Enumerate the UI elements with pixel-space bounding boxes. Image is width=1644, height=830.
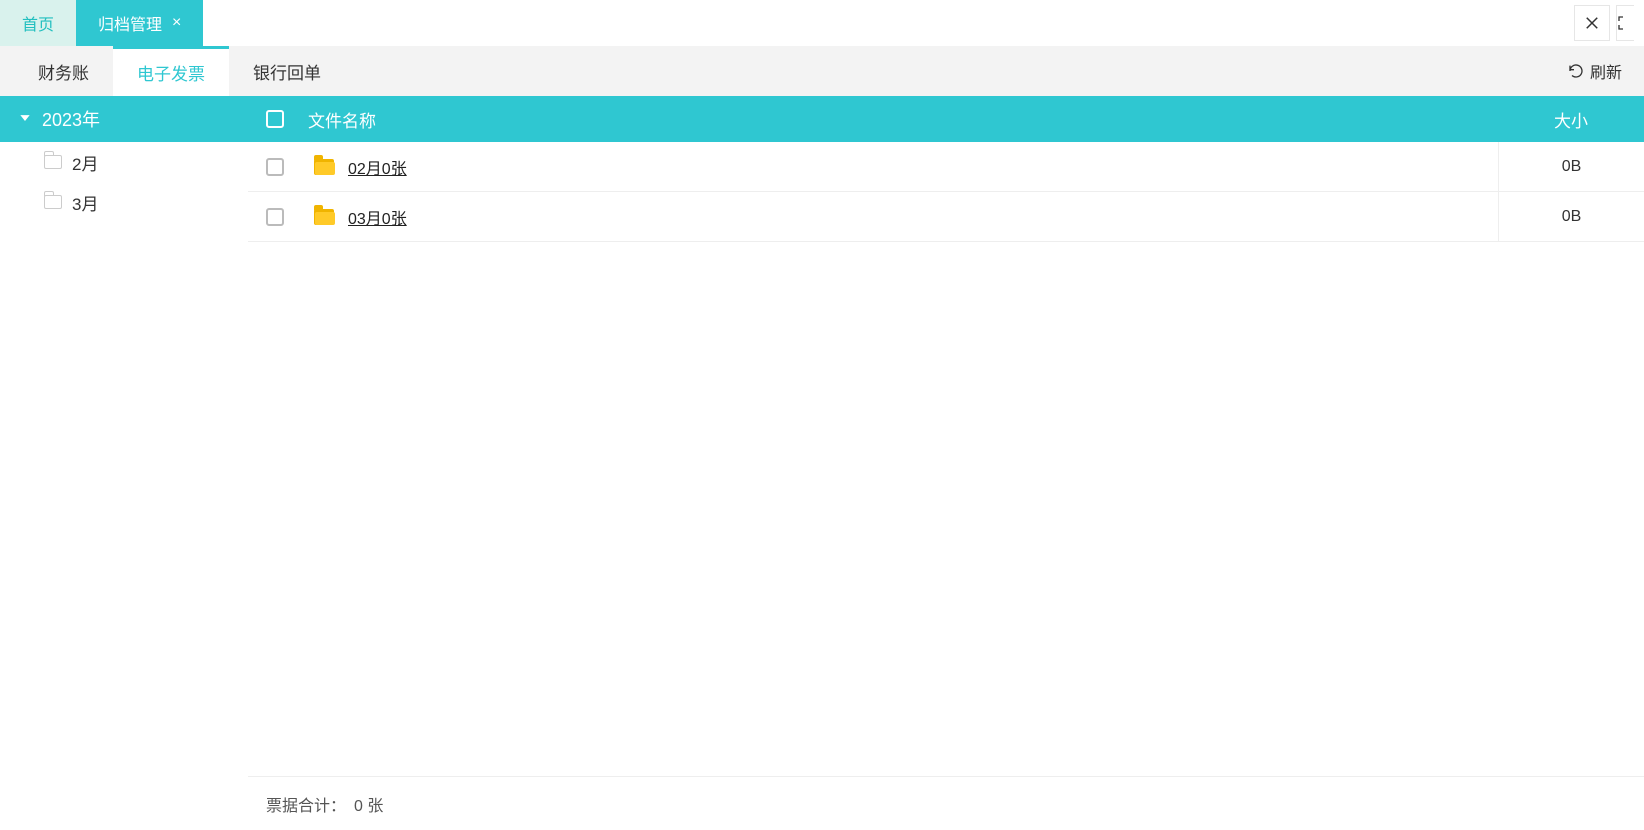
close-icon[interactable]: ×: [172, 14, 181, 32]
sec-tab-bank[interactable]: 银行回单: [229, 46, 345, 96]
tree-year-label: 2023年: [42, 106, 100, 132]
main-panel: 文件名称 大小 02月0张 0B 03月0张: [248, 96, 1644, 830]
sec-tab-finance[interactable]: 财务账: [14, 46, 113, 96]
chevron-down-icon: [18, 109, 32, 130]
row-checkbox-cell: [248, 158, 302, 176]
tree-month-node[interactable]: 3月: [0, 182, 248, 222]
tab-archive-label: 归档管理: [98, 11, 162, 35]
table-row: 02月0张 0B: [248, 142, 1644, 192]
row-checkbox[interactable]: [266, 158, 284, 176]
tab-archive[interactable]: 归档管理 ×: [76, 0, 203, 46]
table-header: 文件名称 大小: [248, 96, 1644, 142]
sec-tab-einvoice-label: 电子发票: [137, 60, 205, 85]
tree-month-label: 3月: [72, 190, 98, 215]
fullscreen-icon[interactable]: [1616, 5, 1634, 41]
row-name-link[interactable]: 03月0张: [348, 205, 407, 229]
row-checkbox-cell: [248, 208, 302, 226]
tab-home-label: 首页: [22, 11, 54, 35]
row-size: 0B: [1498, 192, 1644, 241]
refresh-label: 刷新: [1590, 59, 1622, 83]
header-checkbox-cell: [248, 110, 302, 128]
tree-month-label: 2月: [72, 150, 98, 175]
header-name: 文件名称: [302, 107, 1498, 132]
row-name-cell: 02月0张: [302, 155, 1498, 179]
top-right-controls: [1574, 0, 1634, 46]
close-button[interactable]: [1574, 5, 1610, 41]
secondary-tabs-bar: 财务账 电子发票 银行回单 刷新: [0, 46, 1644, 96]
folder-icon: [314, 209, 334, 225]
footer-count: 0 张: [354, 792, 383, 816]
sec-tab-einvoice[interactable]: 电子发票: [113, 46, 229, 96]
folder-outline-icon: [44, 195, 62, 209]
tab-home[interactable]: 首页: [0, 0, 76, 46]
top-tabs-bar: 首页 归档管理 ×: [0, 0, 1644, 46]
folder-outline-icon: [44, 155, 62, 169]
content-area: 2023年 2月 3月 文件名称 大小 0: [0, 96, 1644, 830]
refresh-icon: [1568, 63, 1584, 79]
row-name-cell: 03月0张: [302, 205, 1498, 229]
tree-month-node[interactable]: 2月: [0, 142, 248, 182]
footer-label: 票据合计：: [266, 792, 346, 816]
select-all-checkbox[interactable]: [266, 110, 284, 128]
refresh-button[interactable]: 刷新: [1568, 46, 1622, 96]
sec-tab-bank-label: 银行回单: [253, 59, 321, 84]
folder-icon: [314, 159, 334, 175]
tree-year-node[interactable]: 2023年: [0, 96, 248, 142]
header-size: 大小: [1498, 107, 1644, 132]
row-checkbox[interactable]: [266, 208, 284, 226]
row-name-link[interactable]: 02月0张: [348, 155, 407, 179]
footer-summary: 票据合计： 0 张: [248, 776, 1644, 830]
sec-tab-finance-label: 财务账: [38, 59, 89, 84]
table-row: 03月0张 0B: [248, 192, 1644, 242]
sidebar-tree: 2023年 2月 3月: [0, 96, 248, 830]
row-size: 0B: [1498, 142, 1644, 191]
